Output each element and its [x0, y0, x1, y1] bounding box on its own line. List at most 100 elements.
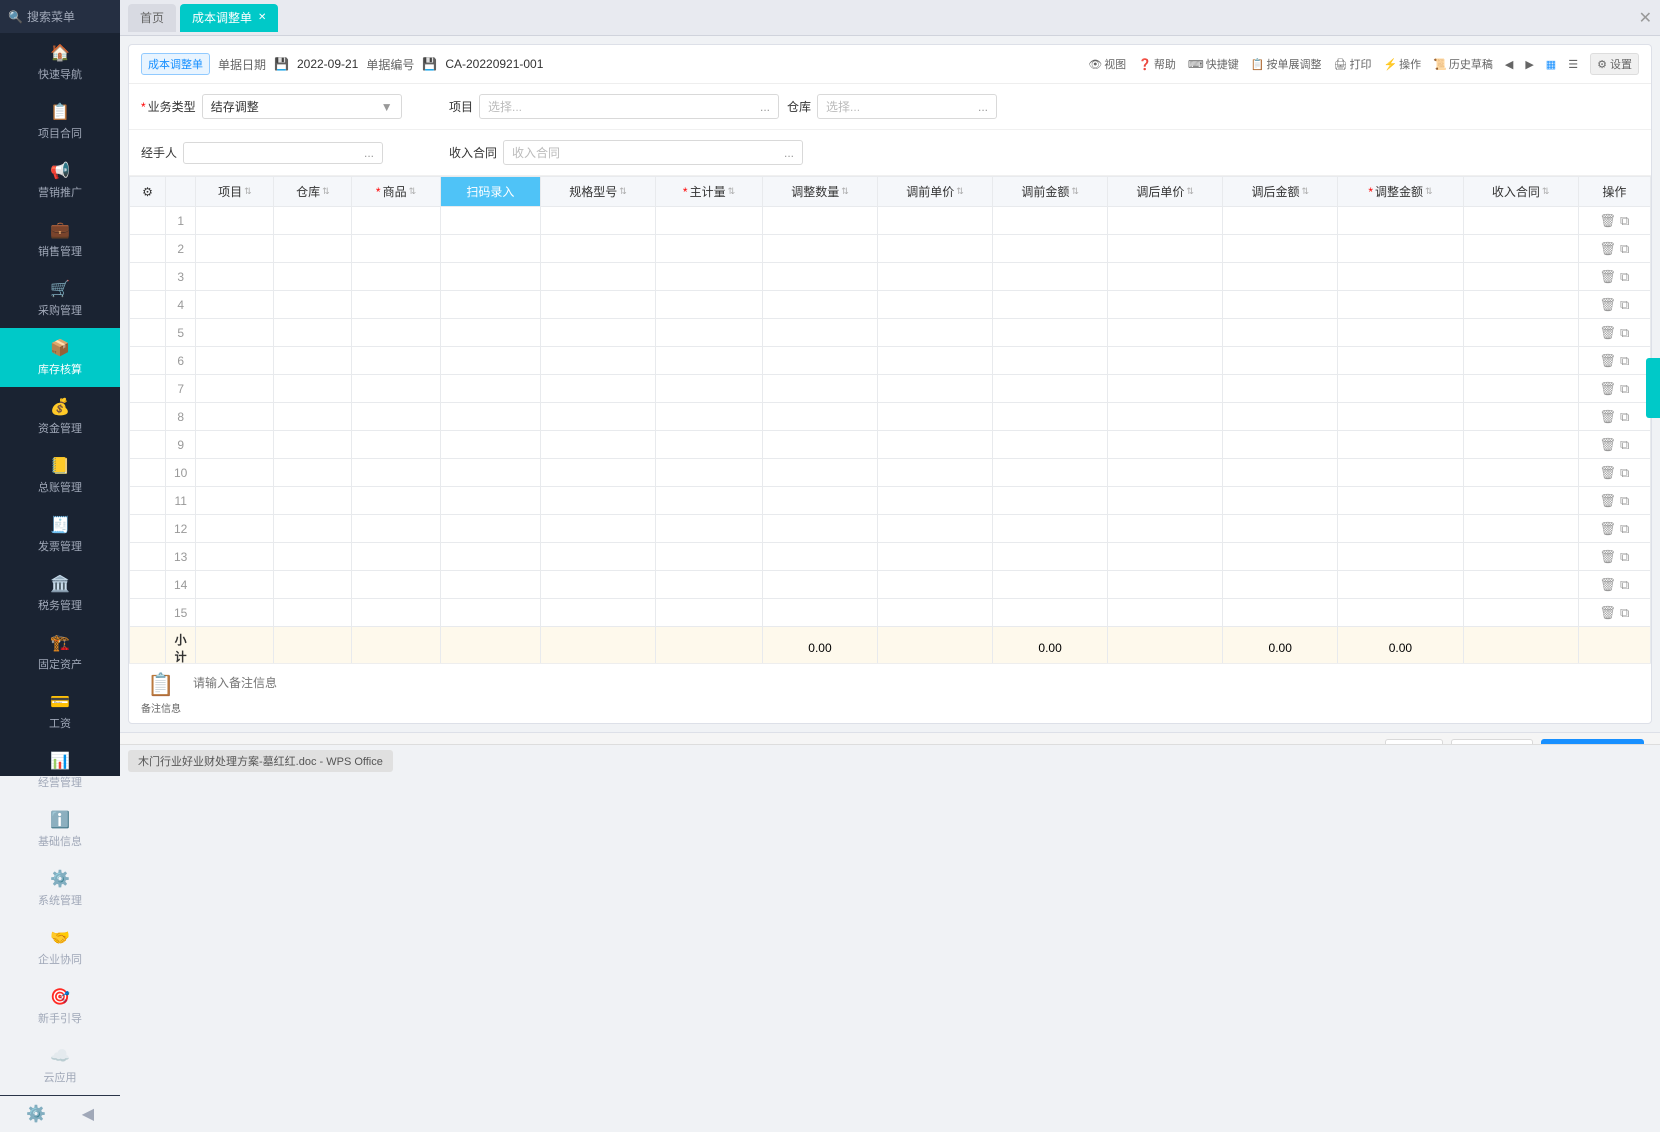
cell-scan_input-2[interactable] — [440, 235, 540, 263]
copy-row-11[interactable]: ⧉ — [1620, 493, 1629, 509]
cell-spec_type-10[interactable] — [541, 459, 656, 487]
cell-warehouse-1[interactable] — [274, 207, 352, 235]
cell-unit-1[interactable] — [656, 207, 763, 235]
cell-before_price-4[interactable] — [878, 291, 993, 319]
cell-before_amount-9[interactable] — [993, 431, 1108, 459]
cell-warehouse-2[interactable] — [274, 235, 352, 263]
cell-adjust_amount-6[interactable] — [1338, 347, 1463, 375]
cell-project-2[interactable] — [196, 235, 274, 263]
cell-before_price-13[interactable] — [878, 543, 993, 571]
cell-adjust_qty-10[interactable] — [762, 459, 877, 487]
copy-row-15[interactable]: ⧉ — [1620, 605, 1629, 621]
date-value[interactable]: 2022-09-21 — [297, 57, 358, 71]
tab-cost-adjustment[interactable]: 成本调整单✕ — [180, 4, 278, 32]
cell-income_contract-10[interactable] — [1463, 459, 1578, 487]
cell-settings-12[interactable] — [130, 515, 166, 543]
cell-adjust_qty-8[interactable] — [762, 403, 877, 431]
cell-income_contract-12[interactable] — [1463, 515, 1578, 543]
cell-project-10[interactable] — [196, 459, 274, 487]
cell-before_price-6[interactable] — [878, 347, 993, 375]
cell-project-11[interactable] — [196, 487, 274, 515]
cell-spec_type-4[interactable] — [541, 291, 656, 319]
sort-icon-goods[interactable]: ⇅ — [409, 186, 417, 197]
cell-goods-3[interactable] — [352, 263, 440, 291]
cell-income_contract-14[interactable] — [1463, 571, 1578, 599]
cell-scan_input-12[interactable] — [440, 515, 540, 543]
cell-warehouse-10[interactable] — [274, 459, 352, 487]
cell-project-9[interactable] — [196, 431, 274, 459]
cell-unit-6[interactable] — [656, 347, 763, 375]
cell-unit-3[interactable] — [656, 263, 763, 291]
cell-scan_input-10[interactable] — [440, 459, 540, 487]
sidebar-item-finance-management[interactable]: 💰资金管理 — [0, 387, 120, 446]
cell-after_price-7[interactable] — [1108, 375, 1223, 403]
cell-before_amount-14[interactable] — [993, 571, 1108, 599]
sort-icon-adjust_amount[interactable]: ⇅ — [1425, 186, 1433, 197]
grid-view-icon[interactable]: ▦ — [1546, 58, 1556, 71]
cell-after_amount-8[interactable] — [1223, 403, 1338, 431]
sidebar-item-quick-nav[interactable]: 🏠快速导航 — [0, 33, 120, 92]
cell-spec_type-12[interactable] — [541, 515, 656, 543]
cell-before_amount-4[interactable] — [993, 291, 1108, 319]
nav-prev-button[interactable]: ◀ — [1505, 58, 1513, 71]
cell-before_amount-3[interactable] — [993, 263, 1108, 291]
cell-adjust_qty-14[interactable] — [762, 571, 877, 599]
cell-project-5[interactable] — [196, 319, 274, 347]
cell-spec_type-7[interactable] — [541, 375, 656, 403]
cell-warehouse-6[interactable] — [274, 347, 352, 375]
cell-after_amount-1[interactable] — [1223, 207, 1338, 235]
cell-income_contract-6[interactable] — [1463, 347, 1578, 375]
cell-spec_type-6[interactable] — [541, 347, 656, 375]
cell-goods-12[interactable] — [352, 515, 440, 543]
cell-settings-11[interactable] — [130, 487, 166, 515]
cell-before_amount-1[interactable] — [993, 207, 1108, 235]
history-action[interactable]: 📜 历史草稿 — [1433, 56, 1493, 72]
cell-scan_input-15[interactable] — [440, 599, 540, 627]
sidebar-item-basic-info[interactable]: ℹ️基础信息 — [0, 800, 120, 859]
cell-after_price-11[interactable] — [1108, 487, 1223, 515]
cell-scan_input-11[interactable] — [440, 487, 540, 515]
cell-income_contract-15[interactable] — [1463, 599, 1578, 627]
cell-settings-2[interactable] — [130, 235, 166, 263]
delete-row-3[interactable]: 🗑 — [1599, 269, 1616, 285]
cell-income_contract-3[interactable] — [1463, 263, 1578, 291]
delete-row-9[interactable]: 🗑 — [1599, 437, 1616, 453]
cell-before_price-2[interactable] — [878, 235, 993, 263]
cell-unit-4[interactable] — [656, 291, 763, 319]
cell-spec_type-11[interactable] — [541, 487, 656, 515]
notes-input[interactable] — [193, 672, 1639, 694]
cell-unit-11[interactable] — [656, 487, 763, 515]
delete-row-8[interactable]: 🗑 — [1599, 409, 1616, 425]
sidebar-item-cloud-app[interactable]: ☁️云应用 — [0, 1036, 120, 1095]
cell-before_price-3[interactable] — [878, 263, 993, 291]
cell-warehouse-9[interactable] — [274, 431, 352, 459]
cell-adjust_amount-4[interactable] — [1338, 291, 1463, 319]
cell-scan_input-7[interactable] — [440, 375, 540, 403]
cell-before_amount-2[interactable] — [993, 235, 1108, 263]
cell-adjust_qty-4[interactable] — [762, 291, 877, 319]
right-handle[interactable] — [1646, 358, 1660, 418]
cell-before_amount-5[interactable] — [993, 319, 1108, 347]
copy-row-7[interactable]: ⧉ — [1620, 381, 1629, 397]
cell-after_price-6[interactable] — [1108, 347, 1223, 375]
cell-before_amount-12[interactable] — [993, 515, 1108, 543]
project-select[interactable]: 选择... ... — [479, 94, 779, 119]
cell-adjust_amount-14[interactable] — [1338, 571, 1463, 599]
taskbar-item[interactable]: 木门行业好业财处理方案-墓红红.doc - WPS Office — [128, 750, 393, 772]
cell-settings-9[interactable] — [130, 431, 166, 459]
cell-scan_input-13[interactable] — [440, 543, 540, 571]
cell-before_price-1[interactable] — [878, 207, 993, 235]
cell-settings-15[interactable] — [130, 599, 166, 627]
tab-home[interactable]: 首页 — [128, 4, 176, 32]
cell-settings-14[interactable] — [130, 571, 166, 599]
cell-settings-4[interactable] — [130, 291, 166, 319]
cell-unit-10[interactable] — [656, 459, 763, 487]
settings-bottom-icon[interactable]: ⚙️ — [26, 1104, 46, 1124]
cell-after_price-14[interactable] — [1108, 571, 1223, 599]
sidebar-item-tax-management[interactable]: 🏛️税务管理 — [0, 564, 120, 623]
cell-adjust_qty-1[interactable] — [762, 207, 877, 235]
cell-scan_input-3[interactable] — [440, 263, 540, 291]
cell-settings-7[interactable] — [130, 375, 166, 403]
cell-after_amount-2[interactable] — [1223, 235, 1338, 263]
cell-adjust_qty-7[interactable] — [762, 375, 877, 403]
